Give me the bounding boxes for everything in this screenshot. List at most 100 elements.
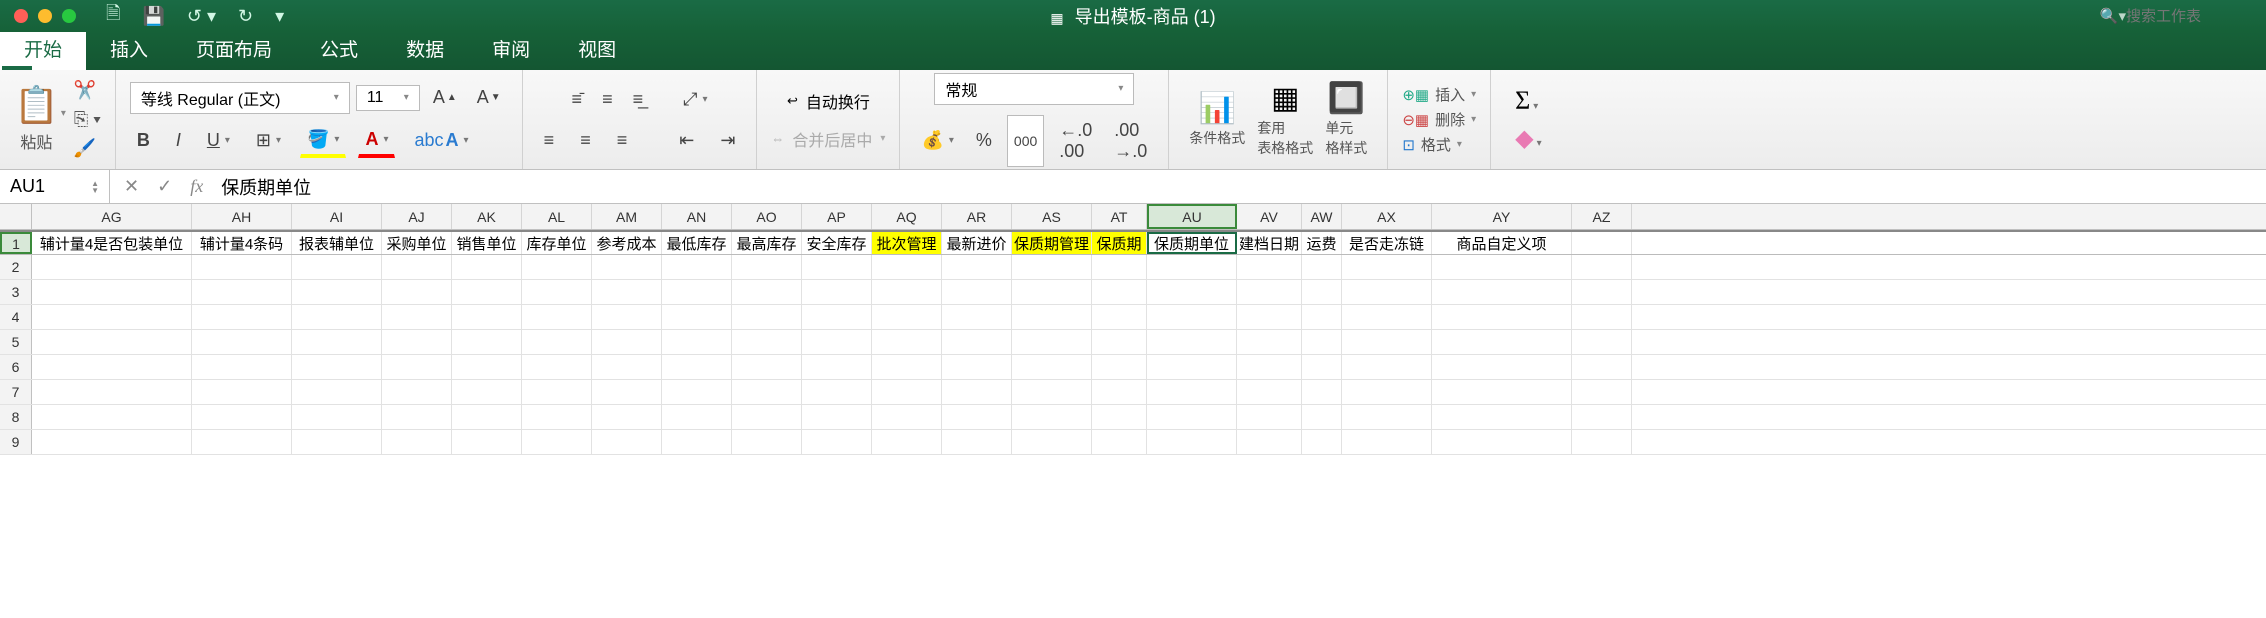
underline-button[interactable]: U: [200, 124, 237, 158]
tab-home[interactable]: 开始: [0, 27, 86, 70]
save-icon[interactable]: 💾: [142, 6, 164, 27]
comma-button[interactable]: 000: [1007, 115, 1044, 167]
cell-AV3[interactable]: [1237, 280, 1302, 304]
cell-AN5[interactable]: [662, 330, 732, 354]
select-all-corner[interactable]: [0, 204, 32, 229]
cell-AG2[interactable]: [32, 255, 192, 279]
cell-AM1[interactable]: 参考成本: [592, 232, 662, 254]
indent-increase[interactable]: ⇥: [713, 125, 742, 156]
cell-AI5[interactable]: [292, 330, 382, 354]
cell-AY7[interactable]: [1432, 380, 1572, 404]
row-header-2[interactable]: 2: [0, 255, 32, 279]
cell-AO1[interactable]: 最高库存: [732, 232, 802, 254]
zoom-window[interactable]: [62, 9, 76, 23]
cell-AR8[interactable]: [942, 405, 1012, 429]
cell-AR5[interactable]: [942, 330, 1012, 354]
cell-AQ6[interactable]: [872, 355, 942, 379]
cell-AW4[interactable]: [1302, 305, 1342, 329]
cell-AZ3[interactable]: [1572, 280, 1632, 304]
cell-AV8[interactable]: [1237, 405, 1302, 429]
formula-input[interactable]: 保质期单位: [221, 174, 311, 200]
cell-AU2[interactable]: [1147, 255, 1237, 279]
cell-AP7[interactable]: [802, 380, 872, 404]
cell-AH7[interactable]: [192, 380, 292, 404]
fx-icon[interactable]: fx: [190, 176, 203, 197]
row-header-1[interactable]: 1: [0, 232, 32, 254]
row-header-4[interactable]: 4: [0, 305, 32, 329]
col-header-AU[interactable]: AU: [1147, 204, 1237, 229]
bold-button[interactable]: B: [130, 124, 157, 158]
cell-AU9[interactable]: [1147, 430, 1237, 454]
indent-decrease[interactable]: ⇤: [672, 125, 701, 156]
cell-AJ3[interactable]: [382, 280, 452, 304]
cell-AT9[interactable]: [1092, 430, 1147, 454]
cell-AS3[interactable]: [1012, 280, 1092, 304]
cell-AR6[interactable]: [942, 355, 1012, 379]
cell-AT4[interactable]: [1092, 305, 1147, 329]
cell-AT8[interactable]: [1092, 405, 1147, 429]
format-as-table[interactable]: ▦ 套用 表格格式: [1257, 81, 1313, 158]
cell-AY5[interactable]: [1432, 330, 1572, 354]
row-header-6[interactable]: 6: [0, 355, 32, 379]
row-header-9[interactable]: 9: [0, 430, 32, 454]
cell-AO9[interactable]: [732, 430, 802, 454]
cell-AY6[interactable]: [1432, 355, 1572, 379]
cell-AH9[interactable]: [192, 430, 292, 454]
cell-AU6[interactable]: [1147, 355, 1237, 379]
phonetic-button[interactable]: abcA: [407, 124, 475, 158]
cell-AY2[interactable]: [1432, 255, 1572, 279]
cell-AI3[interactable]: [292, 280, 382, 304]
cell-AH4[interactable]: [192, 305, 292, 329]
cell-AW6[interactable]: [1302, 355, 1342, 379]
cell-AQ4[interactable]: [872, 305, 942, 329]
cell-AQ3[interactable]: [872, 280, 942, 304]
align-center[interactable]: ≡: [573, 125, 598, 156]
cell-AW5[interactable]: [1302, 330, 1342, 354]
col-header-AR[interactable]: AR: [942, 204, 1012, 229]
cell-AQ8[interactable]: [872, 405, 942, 429]
cell-AM2[interactable]: [592, 255, 662, 279]
cell-AV6[interactable]: [1237, 355, 1302, 379]
cell-AX7[interactable]: [1342, 380, 1432, 404]
cell-AS5[interactable]: [1012, 330, 1092, 354]
cell-AL8[interactable]: [522, 405, 592, 429]
cell-AM9[interactable]: [592, 430, 662, 454]
cell-AP9[interactable]: [802, 430, 872, 454]
cell-AG5[interactable]: [32, 330, 192, 354]
cell-AZ5[interactable]: [1572, 330, 1632, 354]
cell-AU3[interactable]: [1147, 280, 1237, 304]
delete-cells[interactable]: ⊖▦删除▾: [1402, 109, 1476, 130]
col-header-AL[interactable]: AL: [522, 204, 592, 229]
cell-AV9[interactable]: [1237, 430, 1302, 454]
sheet-search[interactable]: 🔍▾: [2100, 7, 2246, 25]
cell-AU4[interactable]: [1147, 305, 1237, 329]
cell-AO3[interactable]: [732, 280, 802, 304]
cell-AJ4[interactable]: [382, 305, 452, 329]
cell-AK2[interactable]: [452, 255, 522, 279]
clear-button[interactable]: ◆: [1515, 124, 1542, 153]
cell-AK7[interactable]: [452, 380, 522, 404]
cell-AZ6[interactable]: [1572, 355, 1632, 379]
cell-AM8[interactable]: [592, 405, 662, 429]
cell-AM7[interactable]: [592, 380, 662, 404]
cell-AK3[interactable]: [452, 280, 522, 304]
cell-AO4[interactable]: [732, 305, 802, 329]
merge-center[interactable]: ⇔ 合并后居中 ▾: [771, 127, 885, 151]
cell-AT3[interactable]: [1092, 280, 1147, 304]
minimize-window[interactable]: [38, 9, 52, 23]
cell-AK8[interactable]: [452, 405, 522, 429]
cell-AP1[interactable]: 安全库存: [802, 232, 872, 254]
cell-AX9[interactable]: [1342, 430, 1432, 454]
cell-AO6[interactable]: [732, 355, 802, 379]
cell-AK1[interactable]: 销售单位: [452, 232, 522, 254]
cell-AN1[interactable]: 最低库存: [662, 232, 732, 254]
cell-AW2[interactable]: [1302, 255, 1342, 279]
cell-AZ2[interactable]: [1572, 255, 1632, 279]
cell-AY8[interactable]: [1432, 405, 1572, 429]
cell-AS1[interactable]: 保质期管理: [1012, 232, 1092, 254]
cell-AW8[interactable]: [1302, 405, 1342, 429]
cell-AJ1[interactable]: 采购单位: [382, 232, 452, 254]
cell-AH6[interactable]: [192, 355, 292, 379]
fill-color-button[interactable]: 🪣: [300, 124, 346, 158]
cell-AR1[interactable]: 最新进价: [942, 232, 1012, 254]
